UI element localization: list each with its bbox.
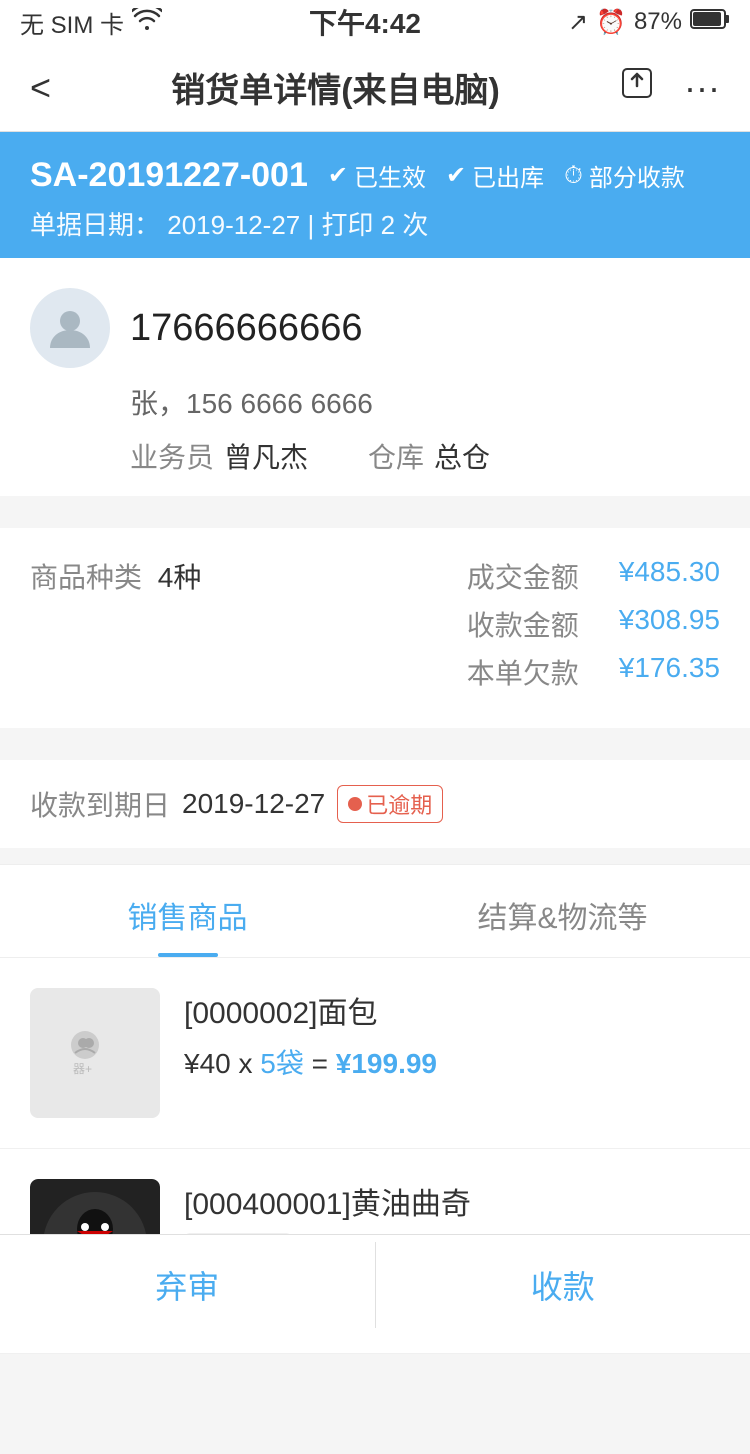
- debt-row: 本单欠款 ¥176.35: [467, 652, 720, 692]
- status-left: 无 SIM 卡: [20, 5, 162, 40]
- alarm-icon: ⏰: [596, 8, 626, 37]
- customer-name: 张，156 6666 6666: [30, 382, 720, 422]
- summary-left: 商品种类 4种: [30, 556, 201, 596]
- order-id: SA-20191227-001: [30, 156, 308, 195]
- tab-settlement[interactable]: 结算&物流等: [375, 865, 750, 957]
- status-bar: 无 SIM 卡 下午4:42 ↗ ⏰ 87%: [0, 0, 750, 44]
- status-right: ↗ ⏰ 87%: [568, 8, 730, 37]
- location-icon: ↗: [568, 8, 588, 37]
- customer-row: 17666666666: [30, 288, 720, 368]
- deal-row: 成交金额 ¥485.30: [467, 556, 720, 596]
- check-icon-2: ✔: [446, 161, 466, 190]
- collect-payment-button[interactable]: 收款: [376, 1242, 750, 1328]
- order-id-row: SA-20191227-001 ✔ 已生效 ✔ 已出库 ⏱ 部分收款: [30, 156, 720, 195]
- battery-icon: [690, 8, 730, 37]
- thumb-placeholder-1: 器+: [30, 988, 160, 1118]
- divider-3: [0, 848, 750, 864]
- agent-info: 业务员 曾凡杰: [130, 436, 308, 476]
- page-title: 销货单详情(来自电脑): [171, 63, 500, 112]
- header-banner: SA-20191227-001 ✔ 已生效 ✔ 已出库 ⏱ 部分收款 单据日期：…: [0, 132, 750, 258]
- share-button[interactable]: [620, 66, 654, 109]
- customer-section: 17666666666 张，156 6666 6666 业务员 曾凡杰 仓库 总…: [0, 258, 750, 496]
- badge-activated: ✔ 已生效: [328, 158, 426, 193]
- product-name-1: [0000002]面包: [184, 988, 720, 1032]
- battery-text: 87%: [634, 8, 682, 36]
- overdue-badge: 已逾期: [337, 785, 443, 823]
- tabs-section: 销售商品 结算&物流等: [0, 864, 750, 958]
- bottom-bar: 弃审 收款: [0, 1234, 750, 1334]
- product-info-1: [0000002]面包 ¥40 x 5袋 = ¥199.99: [184, 988, 720, 1082]
- customer-phone: 17666666666: [130, 307, 362, 350]
- product-price-1: ¥40 x 5袋 = ¥199.99: [184, 1042, 720, 1082]
- overdue-section: 收款到期日 2019-12-27 已逾期: [0, 760, 750, 848]
- divider-1: [0, 512, 750, 528]
- summary-right: 成交金额 ¥485.30 收款金额 ¥308.95 本单欠款 ¥176.35: [467, 556, 720, 700]
- nav-right-actions: ···: [620, 66, 720, 109]
- list-item: 器+ [0000002]面包 ¥40 x 5袋 = ¥199.99: [0, 958, 750, 1149]
- product-thumb-1: 器+: [30, 988, 160, 1118]
- avatar: [30, 288, 110, 368]
- wifi-icon: [132, 8, 162, 37]
- customer-meta: 业务员 曾凡杰 仓库 总仓: [30, 436, 720, 476]
- check-icon-1: ✔: [328, 161, 348, 190]
- badge-shipped: ✔ 已出库: [446, 158, 544, 193]
- nav-bar: < 销货单详情(来自电脑) ···: [0, 44, 750, 132]
- tab-sales-products[interactable]: 销售商品: [0, 865, 375, 957]
- svg-text:器+: 器+: [73, 1062, 92, 1076]
- tabs-row: 销售商品 结算&物流等: [0, 865, 750, 958]
- abandon-review-button[interactable]: 弃审: [0, 1242, 376, 1328]
- badge-partial: ⏱ 部分收款: [564, 158, 685, 193]
- carrier-text: 无 SIM 卡: [20, 5, 124, 40]
- clock-icon: ⏱: [564, 162, 583, 190]
- header-date-row: 单据日期： 2019-12-27 | 打印 2 次: [30, 205, 720, 242]
- warehouse-info: 仓库 总仓: [368, 436, 490, 476]
- status-time: 下午4:42: [309, 2, 421, 42]
- back-button[interactable]: <: [30, 67, 51, 109]
- more-button[interactable]: ···: [684, 67, 720, 109]
- overdue-dot-icon: [348, 797, 362, 811]
- product-name-2: [000400001]黄油曲奇: [184, 1179, 720, 1223]
- summary-section: 商品种类 4种 成交金额 ¥485.30 收款金额 ¥308.95 本单欠款 ¥…: [0, 528, 750, 728]
- pay-row: 收款金额 ¥308.95: [467, 604, 720, 644]
- divider-2: [0, 744, 750, 760]
- bottom-spacer: [0, 1354, 750, 1454]
